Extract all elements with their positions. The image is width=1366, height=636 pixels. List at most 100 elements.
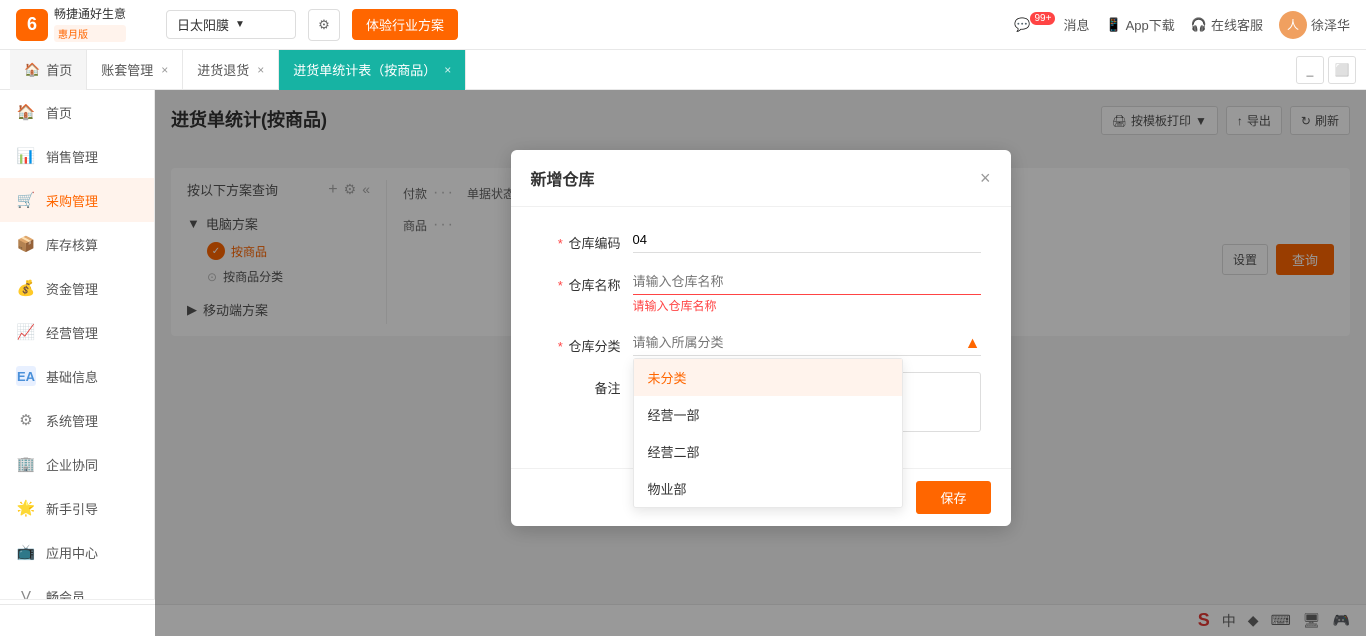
- dropdown-item-2[interactable]: 经营二部: [634, 433, 902, 470]
- headset-icon: 🎧: [1191, 17, 1207, 33]
- enterprise-icon: 🏢: [16, 454, 36, 474]
- tab-purchase-stat-close[interactable]: ×: [444, 63, 451, 77]
- warehouse-code-row: * 仓库编码: [541, 227, 981, 253]
- sidebar-item-purchase[interactable]: 🛒 采购管理: [0, 178, 154, 222]
- warehouse-name-field-wrap: 请输入仓库名称: [633, 269, 981, 314]
- chevron-down-icon: ▼: [235, 19, 245, 30]
- sidebar-item-base[interactable]: EA 基础信息: [0, 354, 154, 398]
- message-badge: 99+: [1030, 12, 1055, 25]
- save-button[interactable]: 保存: [916, 481, 990, 514]
- messages-button[interactable]: 💬 99+ 消息: [1014, 15, 1089, 34]
- top-header: 6 畅捷通好生意 惠月版 日太阳膜 ▼ ⚙ 体验行业方案 💬 99+ 消息 📱 …: [0, 0, 1366, 50]
- logo-text: 畅捷通好生意: [54, 7, 126, 23]
- home-icon: 🏠: [16, 102, 36, 122]
- online-service-label: 在线客服: [1211, 15, 1263, 34]
- modal-close-button[interactable]: ×: [980, 169, 991, 187]
- sidebar-item-capital-label: 资金管理: [46, 279, 98, 298]
- tab-purchase-stat[interactable]: 进货单统计表（按商品） ×: [279, 50, 466, 90]
- sidebar-item-home[interactable]: 🏠 首页: [0, 90, 154, 134]
- app-download-label: App下载: [1126, 15, 1175, 34]
- trial-button[interactable]: 体验行业方案: [352, 9, 458, 40]
- user-area[interactable]: 人 徐泽华: [1279, 11, 1350, 39]
- sidebar-item-newbie[interactable]: 🌟 新手引导: [0, 486, 154, 530]
- tab-purchase-return-label: 进货退货: [197, 60, 249, 79]
- category-dropdown-arrow[interactable]: ▲: [965, 335, 981, 353]
- tab-expand-button[interactable]: ⬜: [1328, 56, 1356, 84]
- settings-button[interactable]: ⚙: [308, 9, 340, 41]
- modal-header: 新增仓库 ×: [511, 150, 1011, 207]
- warehouse-code-input[interactable]: [633, 227, 981, 253]
- tab-home[interactable]: 🏠 首页: [10, 50, 87, 90]
- modal-overlay: 新增仓库 × * 仓库编码: [155, 90, 1366, 636]
- warehouse-name: 日太阳膜: [177, 15, 229, 34]
- inventory-icon: 📦: [16, 234, 36, 254]
- sidebar-item-system-label: 系统管理: [46, 411, 98, 430]
- warehouse-category-input[interactable]: [633, 330, 981, 356]
- tab-actions: _ ⬜: [1296, 56, 1356, 84]
- newbie-icon: 🌟: [16, 498, 36, 518]
- sidebar-item-home-label: 首页: [46, 103, 72, 122]
- sidebar-item-base-label: 基础信息: [46, 367, 98, 386]
- new-warehouse-modal: 新增仓库 × * 仓库编码: [511, 150, 1011, 526]
- remark-label: 备注: [541, 372, 621, 397]
- required-star-2: *: [558, 278, 563, 293]
- online-service-button[interactable]: 🎧 在线客服: [1191, 15, 1263, 34]
- sidebar-item-enterprise-label: 企业协同: [46, 455, 98, 474]
- app-download-button[interactable]: 📱 App下载: [1105, 15, 1174, 34]
- sidebar-item-biz-label: 经营管理: [46, 323, 98, 342]
- modal-title: 新增仓库: [531, 166, 595, 190]
- dropdown-item-0[interactable]: 未分类: [634, 359, 902, 396]
- sidebar-item-apps-label: 应用中心: [46, 543, 98, 562]
- username: 徐泽华: [1311, 15, 1350, 34]
- tab-bar: 🏠 首页 账套管理 × 进货退货 × 进货单统计表（按商品） × _ ⬜: [0, 50, 1366, 90]
- warehouse-category-label: * 仓库分类: [541, 330, 621, 355]
- modal-body: * 仓库编码 * 仓库名称: [511, 207, 1011, 468]
- system-icon: ⚙: [16, 410, 36, 430]
- tab-collapse-button[interactable]: _: [1296, 56, 1324, 84]
- logo-icon: 6: [16, 9, 48, 41]
- dropdown-item-3[interactable]: 物业部: [634, 470, 902, 507]
- warehouse-name-row: * 仓库名称 请输入仓库名称: [541, 269, 981, 314]
- sidebar-item-newbie-label: 新手引导: [46, 499, 98, 518]
- logo-badge: 惠月版: [54, 25, 126, 42]
- logo-char: 6: [27, 14, 37, 35]
- sidebar: 🏠 首页 📊 销售管理 🛒 采购管理 📦 库存核算 💰 资金管理 📈 经营管理 …: [0, 90, 155, 636]
- avatar: 人: [1279, 11, 1307, 39]
- logo-area: 6 畅捷通好生意 惠月版: [16, 7, 166, 42]
- message-icon: 💬: [1014, 17, 1030, 33]
- tab-accounts[interactable]: 账套管理 ×: [87, 50, 183, 90]
- tab-accounts-close[interactable]: ×: [161, 63, 168, 77]
- base-icon: EA: [16, 366, 36, 386]
- tab-accounts-label: 账套管理: [101, 60, 153, 79]
- sidebar-item-capital[interactable]: 💰 资金管理: [0, 266, 154, 310]
- apps-icon: 📺: [16, 542, 36, 562]
- required-star-3: *: [558, 339, 563, 354]
- content-area: 进货单统计(按商品) 🖨 按模板打印 ▼ ↑ 导出 ↻ 刷新: [155, 90, 1366, 636]
- sidebar-item-sales[interactable]: 📊 销售管理: [0, 134, 154, 178]
- sidebar-item-system[interactable]: ⚙ 系统管理: [0, 398, 154, 442]
- sidebar-item-purchase-label: 采购管理: [46, 191, 98, 210]
- purchase-icon: 🛒: [16, 190, 36, 210]
- sidebar-item-inventory-label: 库存核算: [46, 235, 98, 254]
- tab-home-label: 首页: [46, 60, 72, 79]
- warehouse-name-input[interactable]: [633, 269, 981, 295]
- tab-purchase-return-close[interactable]: ×: [257, 63, 264, 77]
- dropdown-item-1[interactable]: 经营一部: [634, 396, 902, 433]
- messages-label: 消息: [1063, 15, 1089, 34]
- main-layout: 🏠 首页 📊 销售管理 🛒 采购管理 📦 库存核算 💰 资金管理 📈 经营管理 …: [0, 90, 1366, 636]
- warehouse-category-row: * 仓库分类 ▲ 未分类 经营一部 经营二部 物业部: [541, 330, 981, 356]
- biz-icon: 📈: [16, 322, 36, 342]
- gear-icon: ⚙: [318, 17, 330, 33]
- sidebar-item-sales-label: 销售管理: [46, 147, 98, 166]
- sidebar-item-inventory[interactable]: 📦 库存核算: [0, 222, 154, 266]
- header-middle: 日太阳膜 ▼ ⚙ 体验行业方案: [166, 9, 1014, 41]
- sidebar-item-apps[interactable]: 📺 应用中心: [0, 530, 154, 574]
- category-dropdown: 未分类 经营一部 经营二部 物业部: [633, 358, 903, 508]
- warehouse-code-field-wrap: [633, 227, 981, 253]
- warehouse-code-label: * 仓库编码: [541, 227, 621, 252]
- warehouse-selector[interactable]: 日太阳膜 ▼: [166, 10, 296, 39]
- required-star: *: [558, 236, 563, 251]
- tab-purchase-return[interactable]: 进货退货 ×: [183, 50, 279, 90]
- sidebar-item-biz[interactable]: 📈 经营管理: [0, 310, 154, 354]
- sidebar-item-enterprise[interactable]: 🏢 企业协同: [0, 442, 154, 486]
